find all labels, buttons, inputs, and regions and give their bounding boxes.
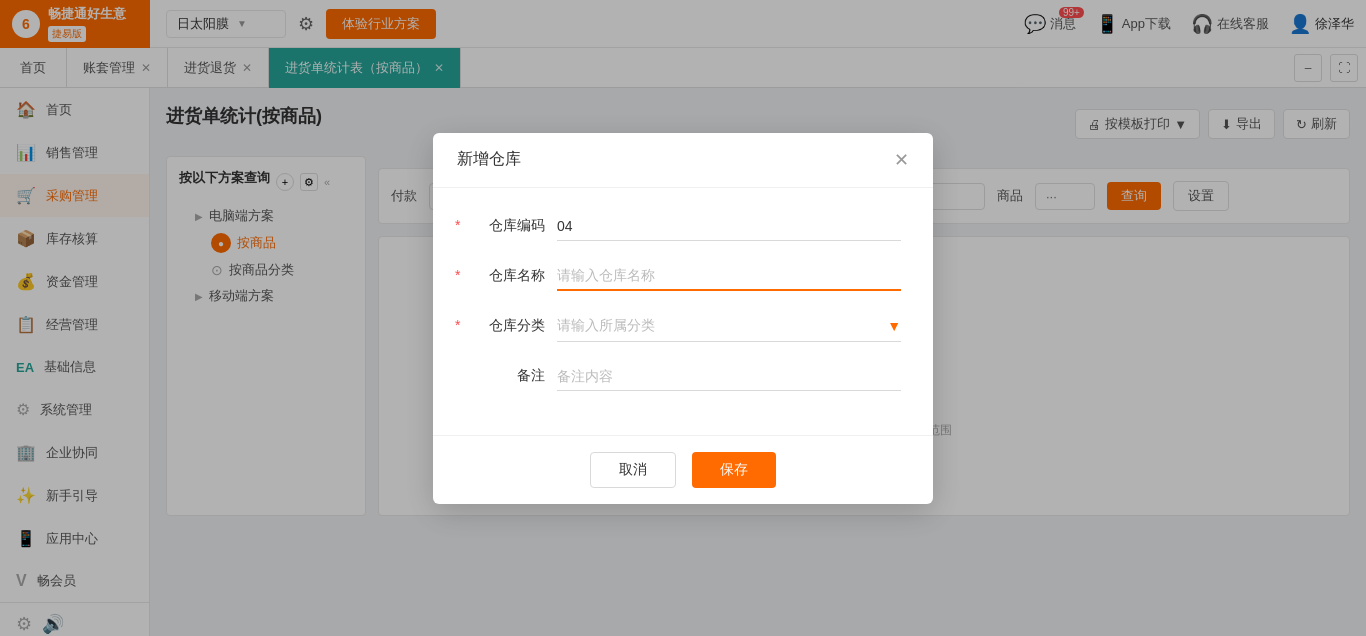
form-row-code: 仓库编码 [465,212,901,241]
note-label: 备注 [465,367,545,385]
category-label: 仓库分类 [465,317,545,335]
modal-overlay: 新增仓库 ✕ 仓库编码 仓库名称 仓库分类 请输入所属分类 ▼ [0,0,1366,636]
form-row-category: 仓库分类 请输入所属分类 ▼ [465,311,901,342]
category-select[interactable]: 请输入所属分类 ▼ [557,311,901,342]
name-label: 仓库名称 [465,267,545,285]
name-input[interactable] [557,261,901,291]
save-button[interactable]: 保存 [692,452,776,488]
code-input[interactable] [557,212,901,241]
form-row-note: 备注 [465,362,901,391]
code-label: 仓库编码 [465,217,545,235]
new-warehouse-modal: 新增仓库 ✕ 仓库编码 仓库名称 仓库分类 请输入所属分类 ▼ [433,133,933,504]
modal-header: 新增仓库 ✕ [433,133,933,188]
modal-body: 仓库编码 仓库名称 仓库分类 请输入所属分类 ▼ 备注 [433,188,933,435]
note-input[interactable] [557,362,901,391]
modal-footer: 取消 保存 [433,435,933,504]
category-dropdown-arrow: ▼ [887,318,901,334]
modal-title: 新增仓库 [457,149,521,170]
modal-close-button[interactable]: ✕ [894,149,909,171]
cancel-button[interactable]: 取消 [590,452,676,488]
form-row-name: 仓库名称 [465,261,901,291]
